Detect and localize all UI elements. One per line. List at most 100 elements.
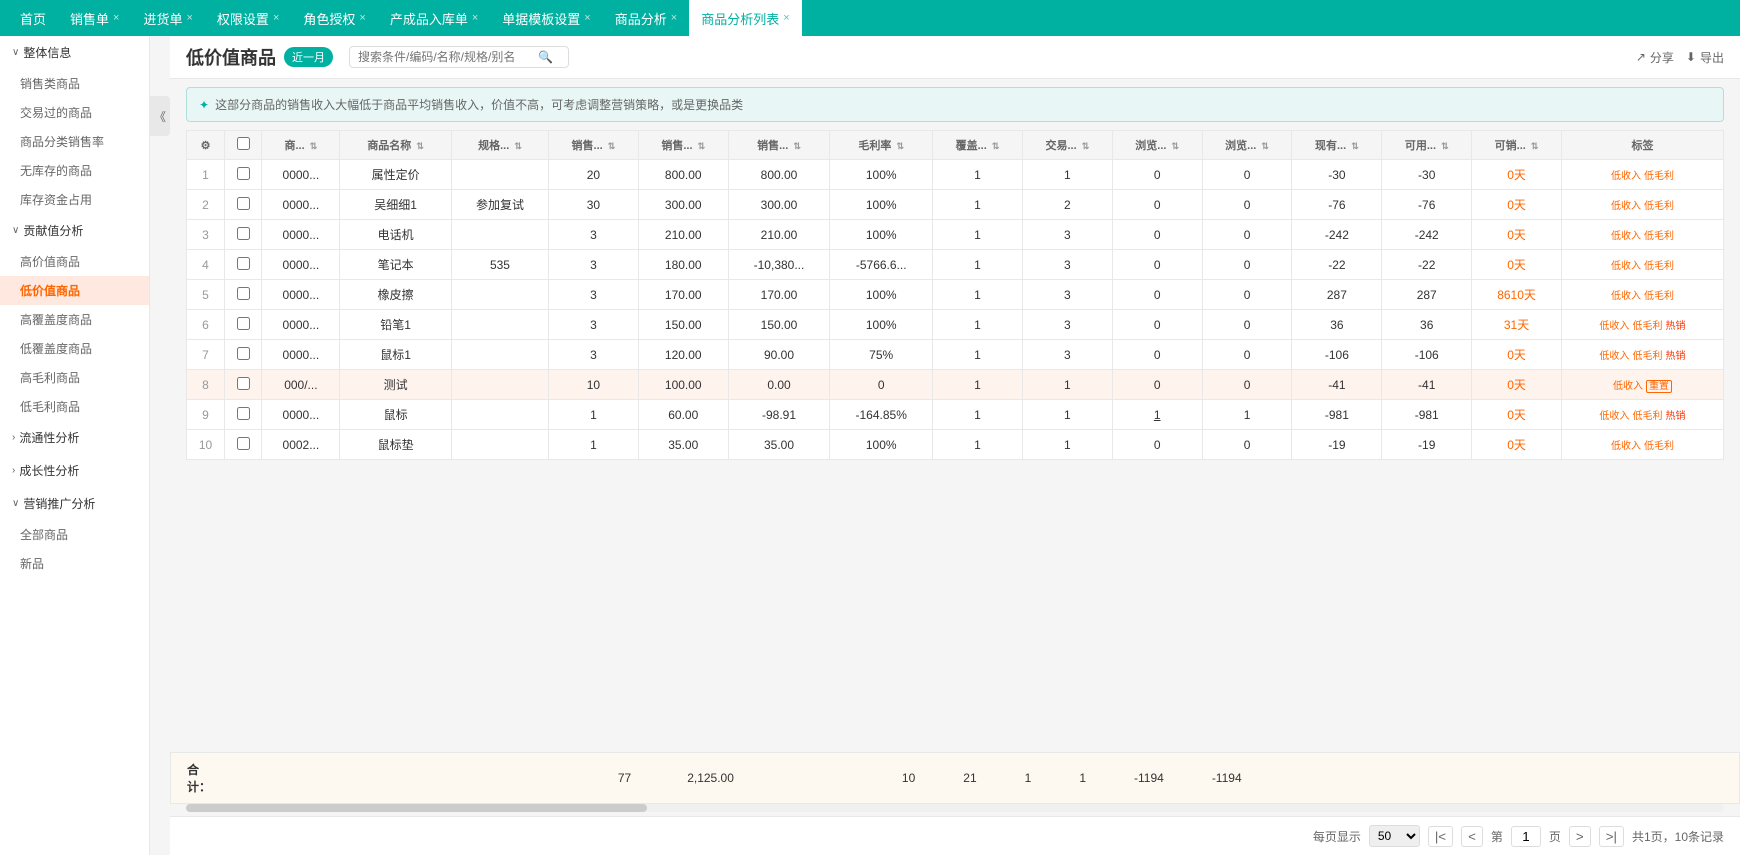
sidebar-item-low-value[interactable]: 低价值商品 — [0, 276, 149, 305]
view1-link[interactable]: 1 — [1154, 408, 1161, 422]
cell-view1[interactable]: 0 — [1112, 370, 1202, 400]
sidebar-item-new-goods[interactable]: 新品 — [0, 549, 149, 578]
row-checkbox[interactable] — [237, 407, 250, 420]
sidebar-collapse-button[interactable]: 《 — [150, 96, 170, 136]
nav-template[interactable]: 单据模板设置× — [490, 0, 602, 36]
col-spec[interactable]: 规格... ⇅ — [451, 131, 548, 160]
col-settings[interactable]: ⚙ — [187, 131, 225, 160]
row-checkbox[interactable] — [237, 197, 250, 210]
cell-view1[interactable]: 0 — [1112, 340, 1202, 370]
sidebar-item-category-rate[interactable]: 商品分类销售率 — [0, 127, 149, 156]
sidebar-item-no-stock[interactable]: 无库存的商品 — [0, 156, 149, 185]
cell-checkbox[interactable] — [225, 160, 262, 190]
col-stock[interactable]: 现有... ⇅ — [1292, 131, 1382, 160]
nav-sales[interactable]: 销售单× — [58, 0, 131, 36]
nav-close-analysis-list[interactable]: × — [783, 12, 789, 24]
row-checkbox[interactable] — [237, 377, 250, 390]
select-all-checkbox[interactable] — [237, 137, 250, 150]
cell-view1[interactable]: 0 — [1112, 280, 1202, 310]
cell-checkbox[interactable] — [225, 220, 262, 250]
sidebar-group-contribution[interactable]: ∨贡献值分析 — [0, 214, 149, 247]
row-checkbox[interactable] — [237, 167, 250, 180]
col-name[interactable]: 商品名称 ⇅ — [340, 131, 452, 160]
col-code[interactable]: 商... ⇅ — [262, 131, 340, 160]
col-coverage[interactable]: 覆盖... ⇅ — [933, 131, 1023, 160]
nav-warehouse[interactable]: 产成品入库单× — [378, 0, 490, 36]
sidebar-item-traded-goods[interactable]: 交易过的商品 — [0, 98, 149, 127]
page-input[interactable] — [1511, 826, 1541, 847]
col-avail[interactable]: 可用... ⇅ — [1382, 131, 1472, 160]
sidebar-item-low-margin[interactable]: 低毛利商品 — [0, 392, 149, 421]
row-checkbox[interactable] — [237, 287, 250, 300]
col-sales1[interactable]: 销售... ⇅ — [549, 131, 639, 160]
cell-view1[interactable]: 0 — [1112, 190, 1202, 220]
nav-home[interactable]: 首页 — [8, 0, 58, 36]
nav-close-sales[interactable]: × — [113, 12, 119, 24]
cell-checkbox[interactable] — [225, 280, 262, 310]
date-tag[interactable]: 近一月 — [284, 47, 333, 67]
col-view2[interactable]: 浏览... ⇅ — [1202, 131, 1292, 160]
col-trans[interactable]: 交易... ⇅ — [1022, 131, 1112, 160]
cell-view1[interactable]: 0 — [1112, 430, 1202, 460]
nav-close-roles[interactable]: × — [359, 12, 365, 24]
sidebar-group-growth[interactable]: ›成长性分析 — [0, 454, 149, 487]
cell-view1[interactable]: 0 — [1112, 310, 1202, 340]
prev-page-button[interactable]: < — [1461, 826, 1483, 847]
cell-sales2: 180.00 — [638, 250, 728, 280]
col-view1[interactable]: 浏览... ⇅ — [1112, 131, 1202, 160]
col-sales2[interactable]: 销售... ⇅ — [638, 131, 728, 160]
cell-view1[interactable]: 0 — [1112, 160, 1202, 190]
sidebar-item-high-coverage[interactable]: 高覆盖度商品 — [0, 305, 149, 334]
nav-permissions[interactable]: 权限设置× — [205, 0, 291, 36]
cell-checkbox[interactable] — [225, 400, 262, 430]
cell-view1[interactable]: 1 — [1112, 400, 1202, 430]
sidebar-item-high-margin[interactable]: 高毛利商品 — [0, 363, 149, 392]
row-checkbox[interactable] — [237, 437, 250, 450]
col-sales3[interactable]: 销售... ⇅ — [728, 131, 830, 160]
row-checkbox[interactable] — [237, 347, 250, 360]
cell-checkbox[interactable] — [225, 310, 262, 340]
sidebar-item-all-goods[interactable]: 全部商品 — [0, 520, 149, 549]
nav-close-template[interactable]: × — [584, 12, 590, 24]
nav-analysis[interactable]: 商品分析× — [603, 0, 689, 36]
first-page-button[interactable]: |< — [1428, 826, 1453, 847]
cell-checkbox[interactable] — [225, 430, 262, 460]
data-table: ⚙ 商... ⇅ 商品名称 ⇅ 规格... ⇅ 销售... ⇅ 销售... ⇅ … — [186, 130, 1724, 460]
nav-analysis-list[interactable]: 商品分析列表× — [689, 0, 801, 36]
horizontal-scrollbar[interactable] — [186, 804, 1724, 812]
col-sellable[interactable]: 可销... ⇅ — [1472, 131, 1562, 160]
sidebar-item-sales-goods[interactable]: 销售类商品 — [0, 69, 149, 98]
col-checkbox[interactable] — [225, 131, 262, 160]
search-icon[interactable]: 🔍 — [538, 50, 553, 64]
scroll-thumb[interactable] — [186, 804, 647, 812]
sidebar-group-circulation[interactable]: ›流通性分析 — [0, 421, 149, 454]
tag-热销: 热销 — [1666, 351, 1686, 362]
cell-checkbox[interactable] — [225, 250, 262, 280]
nav-close-permissions[interactable]: × — [273, 12, 279, 24]
cell-view1[interactable]: 0 — [1112, 220, 1202, 250]
sidebar-item-high-value[interactable]: 高价值商品 — [0, 247, 149, 276]
cell-view1[interactable]: 0 — [1112, 250, 1202, 280]
sidebar-item-stock-capital[interactable]: 库存资金占用 — [0, 185, 149, 214]
nav-purchase[interactable]: 进货单× — [131, 0, 204, 36]
row-checkbox[interactable] — [237, 227, 250, 240]
cell-checkbox[interactable] — [225, 190, 262, 220]
sidebar-item-low-coverage[interactable]: 低覆盖度商品 — [0, 334, 149, 363]
row-checkbox[interactable] — [237, 257, 250, 270]
last-page-button[interactable]: >| — [1599, 826, 1624, 847]
export-button[interactable]: ⬇ 导出 — [1686, 49, 1724, 66]
cell-checkbox[interactable] — [225, 340, 262, 370]
nav-roles[interactable]: 角色授权× — [291, 0, 377, 36]
share-button[interactable]: ↗ 分享 — [1636, 49, 1674, 66]
nav-close-purchase[interactable]: × — [186, 12, 192, 24]
next-page-button[interactable]: > — [1569, 826, 1591, 847]
sidebar-group-overall[interactable]: ∨整体信息 — [0, 36, 149, 69]
cell-checkbox[interactable] — [225, 370, 262, 400]
nav-close-analysis[interactable]: × — [671, 12, 677, 24]
row-checkbox[interactable] — [237, 317, 250, 330]
per-page-select[interactable]: 50 100 — [1369, 825, 1420, 847]
col-margin[interactable]: 毛利率 ⇅ — [830, 131, 933, 160]
search-input[interactable] — [358, 50, 538, 64]
sidebar-group-marketing[interactable]: ∨营销推广分析 — [0, 487, 149, 520]
nav-close-warehouse[interactable]: × — [472, 12, 478, 24]
